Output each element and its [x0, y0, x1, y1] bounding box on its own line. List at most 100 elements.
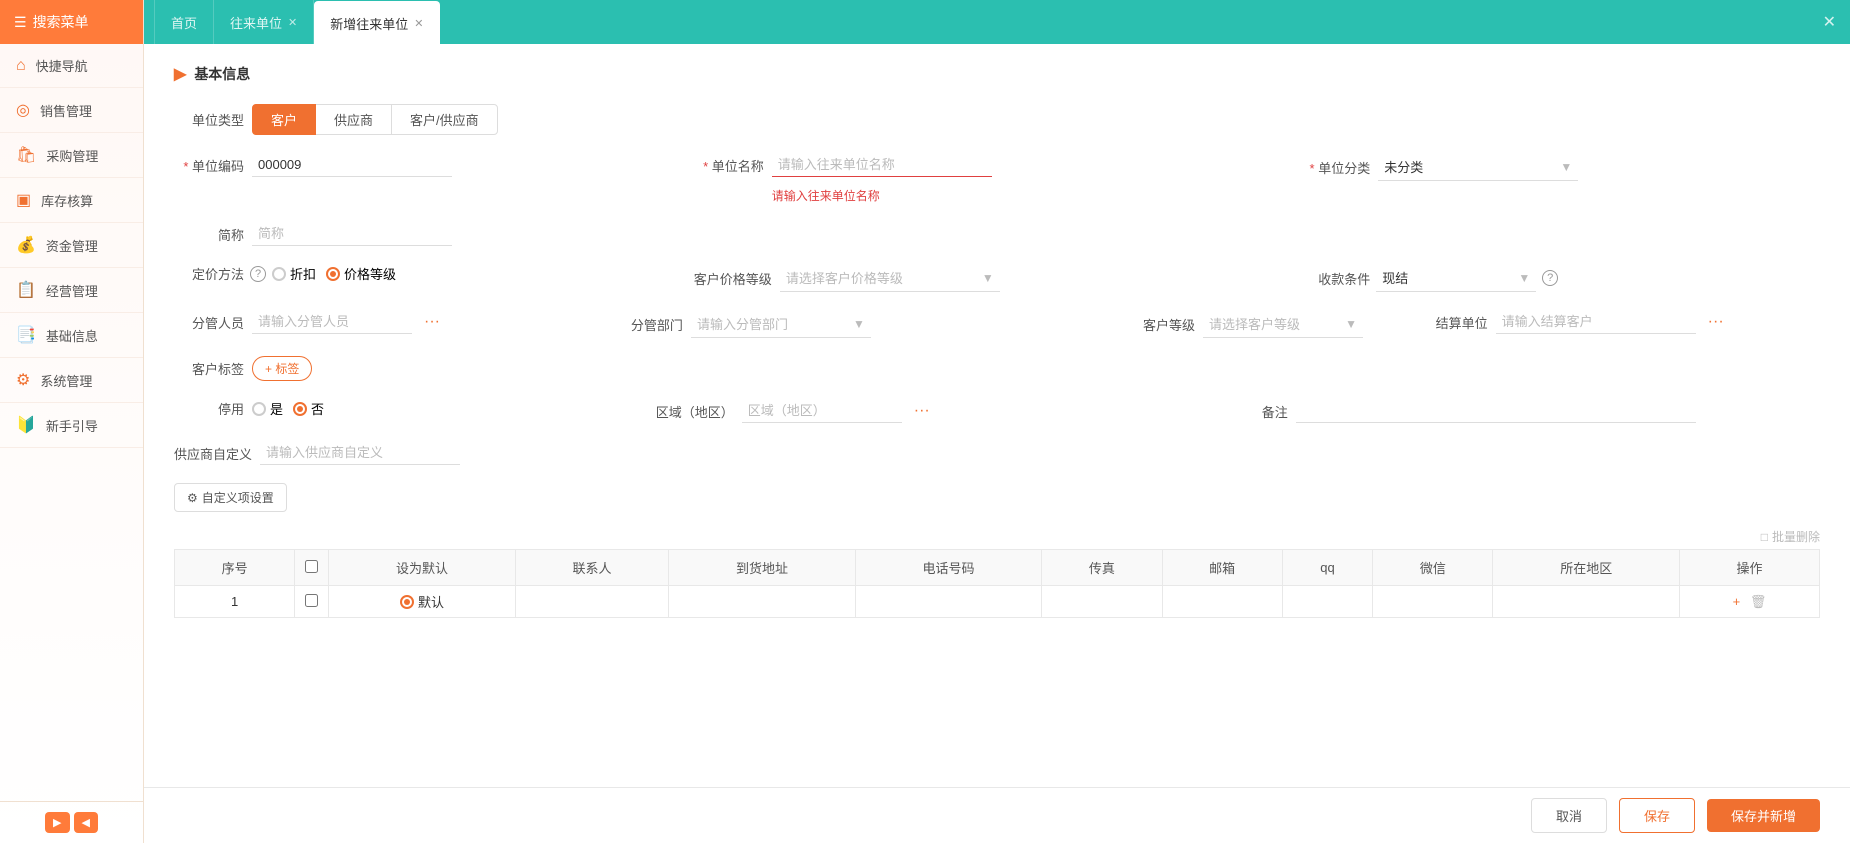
remark-label: 备注 — [1218, 402, 1288, 421]
field-customer-price-level: 客户价格等级 请选择客户价格等级 ▼ — [694, 264, 1300, 292]
sidebar-item-basic-info[interactable]: 📑 基础信息 — [0, 313, 143, 358]
field-customer-level: 客户等级 请选择客户等级 ▼ — [1125, 310, 1418, 338]
form-row-3: 定价方法 ? 折扣 价格等级 客户价格等级 请选择客户价格等级 — [174, 264, 1820, 292]
operations-icon: 📋 — [16, 280, 36, 300]
field-supplier-custom: 供应商自定义 — [174, 441, 694, 465]
customer-level-label: 客户等级 — [1125, 315, 1195, 334]
sales-icon: ◎ — [16, 100, 30, 120]
supplier-custom-input[interactable] — [260, 441, 460, 465]
short-name-input[interactable] — [252, 222, 452, 246]
field-payment-terms: 收款条件 现结 ▼ ? — [1300, 264, 1820, 292]
save-new-button[interactable]: 保存并新增 — [1707, 799, 1820, 832]
customer-price-level-select[interactable]: 请选择客户价格等级 ▼ — [780, 264, 1000, 292]
tab-home[interactable]: 首页 — [154, 0, 214, 44]
custom-settings-button[interactable]: ⚙ 自定义项设置 — [174, 483, 287, 512]
department-select[interactable]: 请输入分管部门 ▼ — [691, 310, 871, 338]
save-button[interactable]: 保存 — [1619, 798, 1695, 833]
unit-category-chevron: ▼ — [1560, 160, 1572, 174]
sidebar-bottom-btn1[interactable]: ▶ — [45, 812, 69, 833]
contacts-table: 序号 设为默认 联系人 到货地址 电话号码 传真 邮箱 qq 微信 所在地区 操… — [174, 549, 1820, 618]
payment-terms-label: 收款条件 — [1300, 269, 1370, 288]
row-wechat — [1373, 586, 1493, 618]
sidebar-bottom-btn2[interactable]: ◀ — [74, 812, 98, 833]
sidebar-item-sales[interactable]: ◎ 销售管理 — [0, 88, 143, 133]
type-btn-supplier[interactable]: 供应商 — [316, 104, 391, 135]
row-add-btn[interactable]: + — [1733, 594, 1741, 609]
radio-price-level-label: 价格等级 — [344, 264, 396, 283]
radio-no-circle — [293, 402, 307, 416]
batch-delete-row: □ 批量删除 — [174, 528, 1820, 545]
payment-terms-select[interactable]: 现结 ▼ — [1376, 264, 1536, 292]
manager-input[interactable] — [252, 310, 412, 334]
unit-type-row: 单位类型 客户 供应商 客户/供应商 — [174, 104, 1820, 135]
col-qq: qq — [1282, 550, 1373, 586]
pricing-radio-group: 折扣 价格等级 — [272, 264, 396, 283]
unit-name-error: 请输入往来单位名称 — [772, 187, 880, 204]
supplier-custom-label: 供应商自定义 — [174, 444, 252, 463]
settlement-input[interactable] — [1496, 310, 1696, 334]
gear-icon: ⚙ — [187, 491, 198, 505]
unit-name-input[interactable] — [772, 153, 992, 177]
col-action: 操作 — [1680, 550, 1820, 586]
pricing-help-icon[interactable]: ? — [250, 266, 266, 282]
table-row: 1 默认 — [175, 586, 1820, 618]
unit-category-select[interactable]: 未分类 ▼ — [1378, 153, 1578, 181]
tab-partners[interactable]: 往来单位 ✕ — [214, 0, 314, 44]
sidebar-item-operations[interactable]: 📋 经营管理 — [0, 268, 143, 313]
sidebar-item-label: 系统管理 — [40, 371, 92, 390]
col-contact: 联系人 — [515, 550, 668, 586]
type-btn-customer[interactable]: 客户 — [252, 104, 316, 135]
row-action: + 🗑 — [1680, 586, 1820, 618]
settlement-more-btn[interactable]: ··· — [1704, 313, 1728, 331]
select-all-checkbox[interactable] — [305, 560, 318, 573]
section-basic-info: ▶ 基本信息 — [174, 64, 1820, 84]
radio-discount[interactable]: 折扣 — [272, 264, 316, 283]
payment-terms-help-icon[interactable]: ? — [1542, 270, 1558, 286]
type-btn-both[interactable]: 客户/供应商 — [391, 104, 498, 135]
add-tag-button[interactable]: + 标签 — [252, 356, 312, 381]
sidebar-item-quick-nav[interactable]: ⌂ 快捷导航 — [0, 44, 143, 88]
sidebar-item-system[interactable]: ⚙ 系统管理 — [0, 358, 143, 403]
sidebar-item-guide[interactable]: 🔰 新手引导 — [0, 403, 143, 448]
field-unit-category: 单位分类 未分类 ▼ — [1300, 153, 1820, 181]
form-footer: 取消 保存 保存并新增 — [144, 787, 1850, 843]
sidebar-item-inventory[interactable]: ▣ 库存核算 — [0, 178, 143, 223]
tab-partners-close[interactable]: ✕ — [288, 16, 297, 29]
col-email: 邮箱 — [1162, 550, 1282, 586]
remark-input[interactable] — [1296, 399, 1696, 423]
sidebar-item-finance[interactable]: 💰 资金管理 — [0, 223, 143, 268]
row-checkbox[interactable] — [305, 594, 318, 607]
manager-more-btn[interactable]: ··· — [420, 313, 444, 331]
section-icon: ▶ — [174, 64, 186, 84]
disabled-label: 停用 — [174, 399, 244, 418]
window-close-button[interactable]: ✕ — [1823, 12, 1836, 32]
department-placeholder: 请输入分管部门 — [697, 314, 849, 333]
basic-info-icon: 📑 — [16, 325, 36, 345]
form-row-4: 分管人员 ··· 分管部门 请输入分管部门 ▼ 客户等级 请选择客户等级 ▼ — [174, 310, 1820, 338]
sidebar-search[interactable]: ☰ 搜索菜单 — [0, 0, 143, 44]
radio-yes[interactable]: 是 — [252, 399, 283, 418]
customer-level-select[interactable]: 请选择客户等级 ▼ — [1203, 310, 1363, 338]
cancel-button[interactable]: 取消 — [1531, 798, 1607, 833]
finance-icon: 💰 — [16, 235, 36, 255]
region-more-btn[interactable]: ··· — [910, 402, 934, 420]
field-settlement: 结算单位 ··· — [1418, 310, 1820, 334]
field-department: 分管部门 请输入分管部门 ▼ — [613, 310, 1125, 338]
batch-delete-label[interactable]: 批量删除 — [1772, 528, 1820, 545]
tab-home-label: 首页 — [171, 13, 197, 32]
sidebar-item-label: 资金管理 — [46, 236, 98, 255]
row-default: 默认 — [329, 586, 516, 618]
customer-price-level-chevron: ▼ — [982, 271, 994, 285]
radio-no[interactable]: 否 — [293, 399, 324, 418]
tab-new-partner[interactable]: 新增往来单位 ✕ — [314, 1, 440, 45]
customer-level-placeholder: 请选择客户等级 — [1209, 314, 1341, 333]
radio-price-level[interactable]: 价格等级 — [326, 264, 396, 283]
row-delete-btn[interactable]: 🗑 — [1750, 594, 1767, 609]
tab-new-partner-close[interactable]: ✕ — [414, 17, 423, 30]
row-address — [669, 586, 856, 618]
unit-code-input[interactable] — [252, 153, 452, 177]
sidebar-item-purchase[interactable]: 🛍 采购管理 — [0, 133, 143, 178]
region-input[interactable] — [742, 399, 902, 423]
row-default-radio[interactable]: 默认 — [339, 592, 505, 611]
field-unit-code: 单位编码 — [174, 153, 694, 177]
